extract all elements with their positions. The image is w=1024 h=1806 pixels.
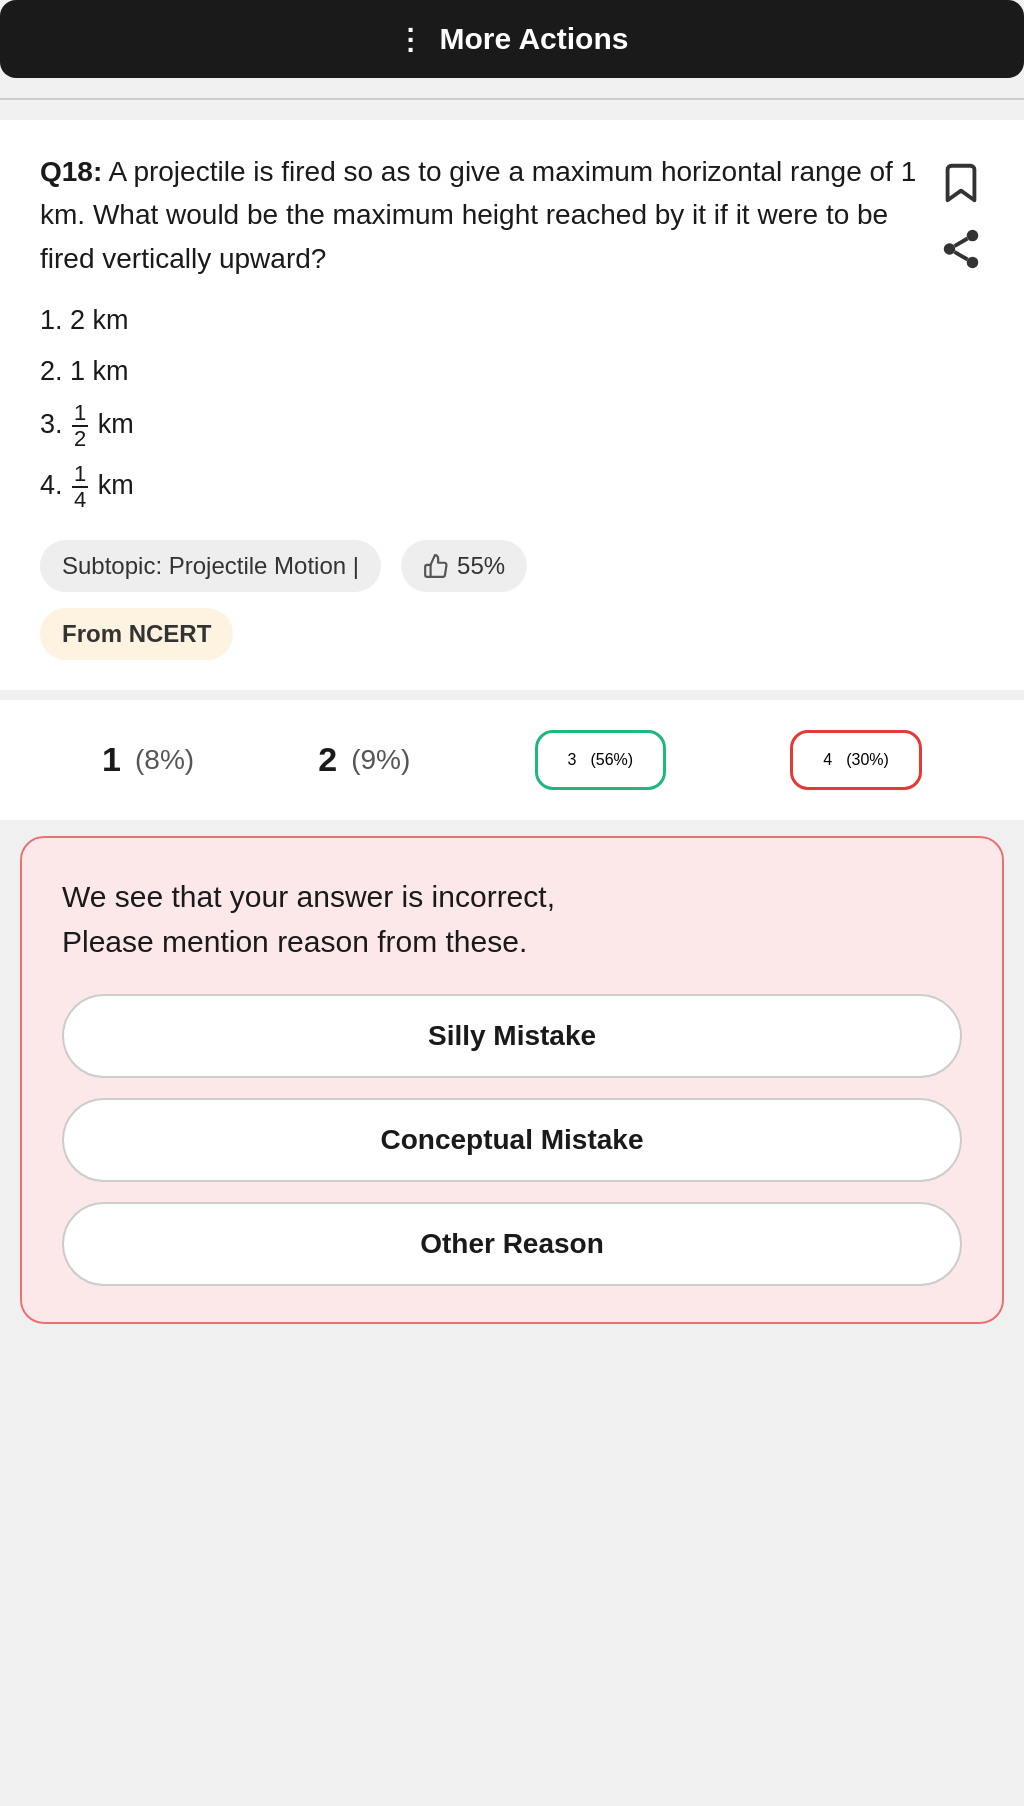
option-num-4: 4 (823, 751, 832, 769)
other-reason-button[interactable]: Other Reason (62, 1202, 962, 1286)
svg-line-4 (954, 238, 967, 246)
thumbs-up-percent: 55% (457, 552, 505, 580)
subtopic-tag: Subtopic: Projectile Motion | (40, 540, 381, 592)
answer-distribution: 1 (8%) 2 (9%) 3 (56%) 4 (30%) (0, 700, 1024, 820)
more-actions-dots-icon: ⋮ (396, 23, 426, 56)
option-num-1: 1 (102, 740, 121, 779)
question-body: A projectile is fired so as to give a ma… (40, 156, 916, 274)
answer-option-2: 2 (9%) (318, 740, 410, 779)
option-4: 4. 14 km (40, 462, 918, 512)
share-button[interactable] (938, 226, 984, 272)
question-header: Q18: A projectile is fired so as to give… (40, 150, 984, 512)
tags-row: Subtopic: Projectile Motion | 55% (40, 540, 984, 592)
question-text: Q18: A projectile is fired so as to give… (40, 150, 918, 280)
fraction-half: 12 (72, 401, 88, 451)
option-2: 2. 1 km (40, 351, 918, 392)
more-actions-bar[interactable]: ⋮ More Actions (0, 0, 1024, 78)
question-text-block: Q18: A projectile is fired so as to give… (40, 150, 918, 512)
svg-point-1 (944, 243, 956, 255)
silly-mistake-button[interactable]: Silly Mistake (62, 994, 962, 1078)
thumbs-up-icon (423, 553, 449, 579)
question-options: 1. 2 km 2. 1 km 3. 12 km 4. 14 km (40, 300, 918, 512)
option-1: 1. 2 km (40, 300, 918, 341)
feedback-wrapper: We see that your answer is incorrect,Ple… (0, 820, 1024, 1364)
option-pct-3: (56%) (590, 751, 633, 769)
fraction-quarter: 14 (72, 462, 88, 512)
question-number: Q18: (40, 156, 102, 187)
question-section: Q18: A projectile is fired so as to give… (40, 150, 984, 660)
svg-point-2 (967, 257, 979, 269)
answer-option-3-correct: 3 (56%) (535, 730, 667, 790)
divider (0, 98, 1024, 100)
svg-point-0 (967, 230, 979, 242)
action-icons (938, 150, 984, 272)
svg-line-3 (954, 252, 967, 260)
feedback-title: We see that your answer is incorrect,Ple… (62, 874, 962, 964)
conceptual-mistake-button[interactable]: Conceptual Mistake (62, 1098, 962, 1182)
option-num-2: 2 (318, 740, 337, 779)
reason-buttons: Silly Mistake Conceptual Mistake Other R… (62, 994, 962, 1286)
more-actions-label: More Actions (440, 22, 629, 56)
bookmark-button[interactable] (938, 160, 984, 206)
answer-option-1: 1 (8%) (102, 740, 194, 779)
option-pct-2: (9%) (351, 744, 410, 776)
thumbs-up-tag: 55% (401, 540, 527, 592)
ncert-tag-wrapper: From NCERT (40, 592, 984, 660)
option-num-3: 3 (568, 751, 577, 769)
answer-option-4-incorrect: 4 (30%) (790, 730, 922, 790)
ncert-tag: From NCERT (40, 608, 233, 660)
incorrect-feedback: We see that your answer is incorrect,Ple… (20, 836, 1004, 1324)
option-pct-4: (30%) (846, 751, 889, 769)
option-3: 3. 12 km (40, 401, 918, 451)
option-pct-1: (8%) (135, 744, 194, 776)
question-card: Q18: A projectile is fired so as to give… (0, 120, 1024, 690)
